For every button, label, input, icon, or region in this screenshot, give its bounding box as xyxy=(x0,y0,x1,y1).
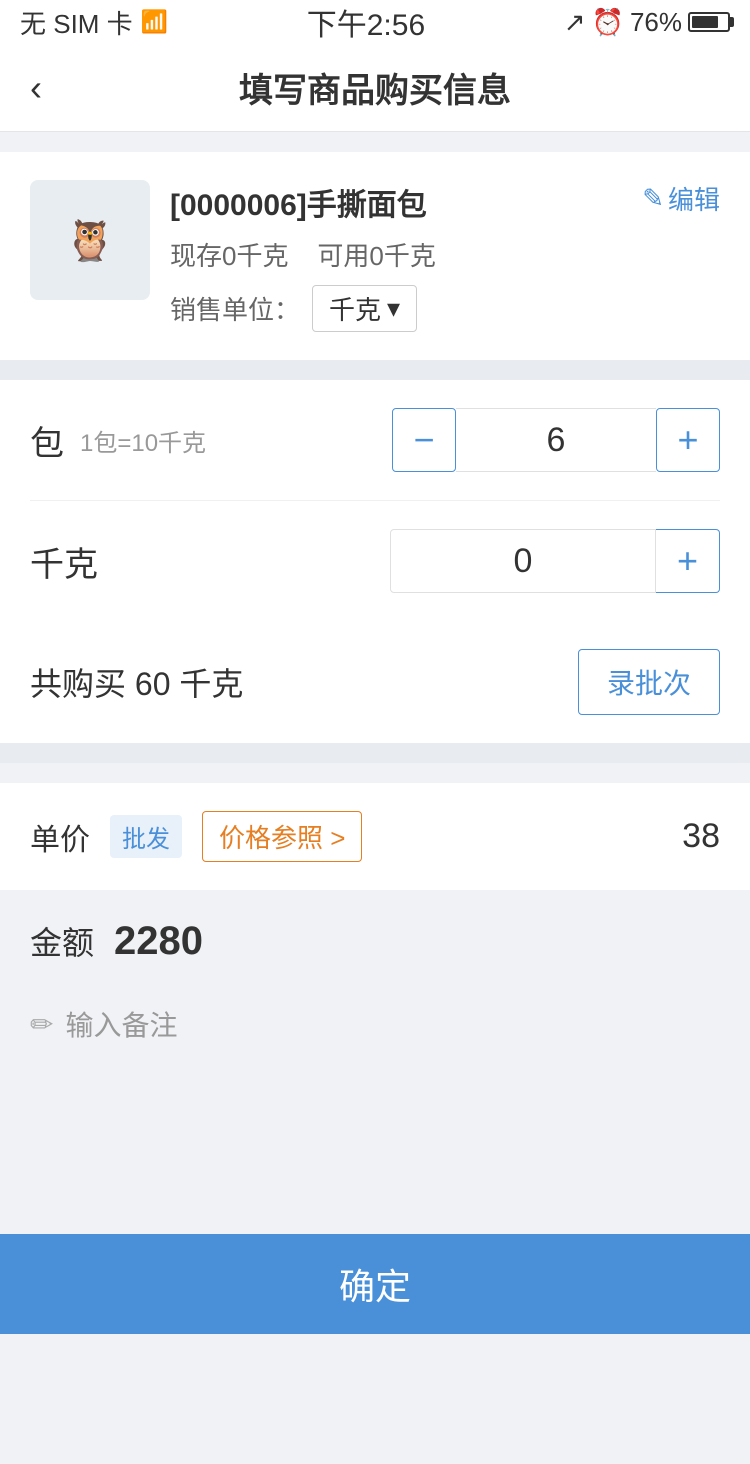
section-divider-1 xyxy=(0,360,750,380)
bag-minus-button[interactable]: − xyxy=(392,408,456,472)
status-time: 下午2:56 xyxy=(307,0,425,44)
bag-label-text: 包 xyxy=(30,416,64,465)
product-name: [0000006]手撕面包 xyxy=(170,180,720,224)
edit-label: 编辑 xyxy=(668,180,720,217)
price-label: 单价 xyxy=(30,815,90,859)
price-row: 单价 批发 价格参照 > 38 xyxy=(30,811,720,862)
unit-chevron-icon: ▾ xyxy=(387,293,400,324)
remark-icon: ✏ xyxy=(30,1008,53,1041)
stock-current: 现存0千克 xyxy=(170,241,288,271)
bag-label-sub: 1包=10千克 xyxy=(80,423,206,458)
remark-label: 输入备注 xyxy=(65,1004,177,1044)
amount-section: 金额 2280 ✏ 输入备注 xyxy=(0,890,750,1064)
amount-label: 金额 xyxy=(30,918,94,964)
page-title: 填写商品购买信息 xyxy=(239,63,511,112)
unit-value: 千克 xyxy=(329,290,381,327)
price-section: 单价 批发 价格参照 > 38 xyxy=(0,783,750,890)
status-bar: 无 SIM 卡 📶 下午2:56 ↗ ⏰ 76% xyxy=(0,0,750,44)
stock-available: 可用0千克 xyxy=(317,241,435,271)
bag-stepper: − + xyxy=(392,408,720,472)
bag-input[interactable] xyxy=(456,408,656,472)
location-icon: ↗ xyxy=(564,7,586,38)
battery-percent: 76% xyxy=(630,7,682,38)
bag-row: 包 1包=10千克 − + xyxy=(30,380,720,501)
battery-fill xyxy=(692,16,718,28)
product-thumbnail: 🦉 xyxy=(30,180,150,300)
amount-value: 2280 xyxy=(114,919,203,964)
product-logo: 🦉 xyxy=(65,217,115,264)
product-id: [0000006] xyxy=(170,189,307,222)
kg-label: 千克 xyxy=(30,537,98,586)
confirm-button[interactable]: 确定 xyxy=(0,1234,750,1334)
battery-bar xyxy=(688,12,730,32)
edit-icon: ✎ xyxy=(642,183,664,214)
product-card: 🦉 [0000006]手撕面包 现存0千克 可用0千克 销售单位： 千克 ▾ ✎… xyxy=(0,152,750,360)
product-stock-info: 现存0千克 可用0千克 xyxy=(170,236,720,273)
back-button[interactable]: ‹ xyxy=(30,67,42,109)
total-row: 共购买 60 千克 录批次 xyxy=(0,621,750,743)
confirm-button-label: 确定 xyxy=(339,1258,411,1310)
bag-plus-button[interactable]: + xyxy=(656,408,720,472)
batch-button[interactable]: 录批次 xyxy=(578,649,720,715)
kg-label-text: 千克 xyxy=(30,537,98,586)
edit-button[interactable]: ✎ 编辑 xyxy=(642,180,720,217)
price-ref-button[interactable]: 价格参照 > xyxy=(202,811,362,862)
kg-row: 千克 + xyxy=(30,501,720,621)
kg-stepper: + xyxy=(390,529,720,593)
unit-label: 销售单位： xyxy=(170,290,300,327)
input-section: 包 1包=10千克 − + 千克 + xyxy=(0,380,750,621)
price-value: 38 xyxy=(682,817,720,856)
product-unit-row: 销售单位： 千克 ▾ xyxy=(170,285,720,332)
kg-input[interactable] xyxy=(390,529,656,593)
product-info: [0000006]手撕面包 现存0千克 可用0千克 销售单位： 千克 ▾ xyxy=(170,180,720,332)
alarm-icon: ⏰ xyxy=(592,7,624,38)
product-title: 手撕面包 xyxy=(307,189,427,222)
status-right: ↗ ⏰ 76% xyxy=(564,7,730,38)
unit-select[interactable]: 千克 ▾ xyxy=(312,285,417,332)
nav-bar: ‹ 填写商品购买信息 xyxy=(0,44,750,132)
carrier-text: 无 SIM 卡 xyxy=(20,4,133,41)
total-label: 共购买 60 千克 xyxy=(30,659,243,705)
wifi-icon: 📶 xyxy=(141,9,168,35)
amount-row: 金额 2280 xyxy=(30,918,720,964)
remark-row[interactable]: ✏ 输入备注 xyxy=(30,984,720,1064)
price-type-tag: 批发 xyxy=(110,815,182,858)
kg-plus-button[interactable]: + xyxy=(656,529,720,593)
bag-label: 包 1包=10千克 xyxy=(30,416,206,465)
section-divider-2 xyxy=(0,743,750,763)
status-carrier: 无 SIM 卡 📶 xyxy=(20,4,168,41)
